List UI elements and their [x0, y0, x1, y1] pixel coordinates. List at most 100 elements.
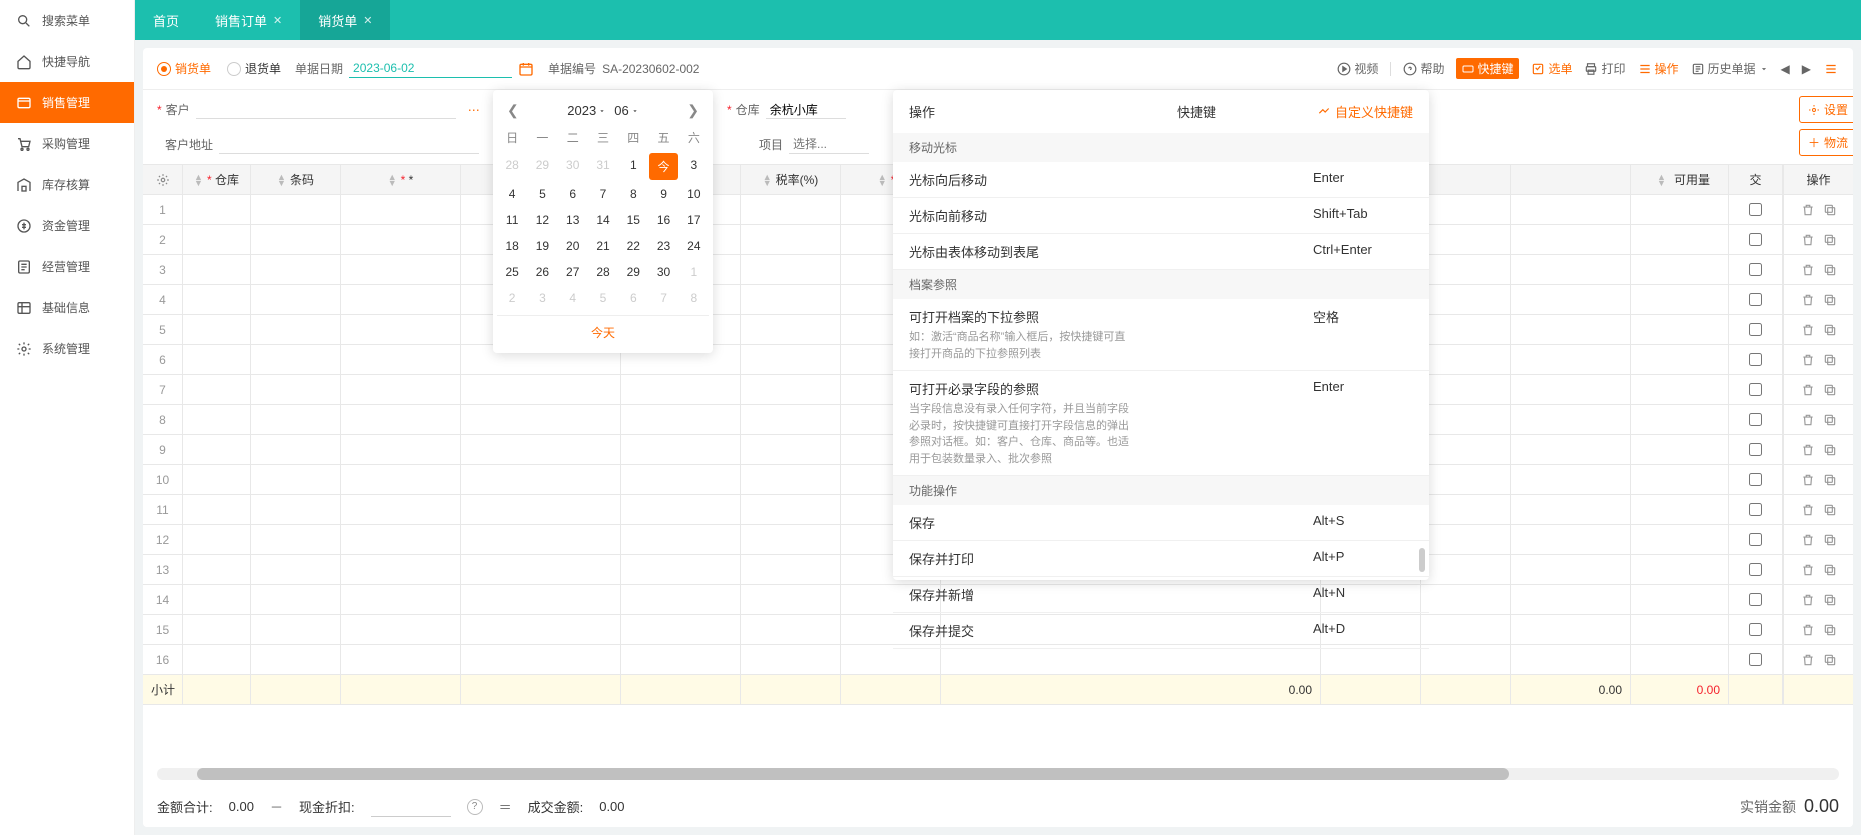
table-cell[interactable]: [341, 225, 461, 255]
table-cell[interactable]: [741, 435, 841, 465]
cal-day[interactable]: 23: [649, 234, 677, 258]
delete-row-icon[interactable]: [1801, 293, 1815, 307]
table-cell[interactable]: [461, 585, 621, 615]
copy-row-icon[interactable]: [1823, 593, 1837, 607]
table-cell[interactable]: [251, 405, 341, 435]
gift-checkbox[interactable]: [1749, 563, 1762, 576]
cal-day[interactable]: 28: [589, 260, 617, 284]
table-cell[interactable]: [741, 315, 841, 345]
operate-button[interactable]: 操作: [1638, 60, 1679, 77]
table-header[interactable]: ▲▼税率(%): [741, 165, 841, 195]
table-header[interactable]: ▲▼* 仓库: [183, 165, 251, 195]
table-cell[interactable]: [1421, 495, 1511, 525]
table-cell[interactable]: [741, 195, 841, 225]
scroll-indicator[interactable]: [1419, 548, 1425, 572]
cal-day[interactable]: 30: [649, 260, 677, 284]
cal-day[interactable]: 16: [649, 208, 677, 232]
table-cell[interactable]: [1511, 405, 1631, 435]
cal-year-select[interactable]: 2023: [567, 103, 606, 118]
table-cell[interactable]: [1421, 375, 1511, 405]
copy-row-icon[interactable]: [1823, 353, 1837, 367]
table-cell[interactable]: [341, 315, 461, 345]
table-cell[interactable]: [621, 525, 741, 555]
table-cell[interactable]: [941, 645, 1321, 675]
table-cell[interactable]: [1421, 435, 1511, 465]
table-cell[interactable]: [1511, 645, 1631, 675]
delete-row-icon[interactable]: [1801, 443, 1815, 457]
table-cell[interactable]: [621, 615, 741, 645]
cal-day[interactable]: 24: [680, 234, 708, 258]
cal-day[interactable]: 18: [498, 234, 526, 258]
table-cell[interactable]: [461, 495, 621, 525]
table-cell[interactable]: [183, 375, 251, 405]
table-header[interactable]: [1421, 165, 1511, 195]
cal-day[interactable]: 8: [680, 286, 708, 310]
table-cell[interactable]: [341, 345, 461, 375]
cal-day[interactable]: 6: [559, 182, 587, 206]
close-icon[interactable]: ✕: [363, 14, 372, 27]
table-cell[interactable]: [461, 615, 621, 645]
project-input[interactable]: [789, 135, 869, 154]
gift-checkbox[interactable]: [1749, 623, 1762, 636]
delete-row-icon[interactable]: [1801, 323, 1815, 337]
table-cell[interactable]: [1421, 645, 1511, 675]
copy-row-icon[interactable]: [1823, 503, 1837, 517]
copy-row-icon[interactable]: [1823, 203, 1837, 217]
table-header-avail[interactable]: ▲▼可用量: [1639, 165, 1729, 195]
table-cell[interactable]: [461, 465, 621, 495]
table-cell[interactable]: [461, 645, 621, 675]
table-cell[interactable]: [621, 585, 741, 615]
table-cell[interactable]: [341, 525, 461, 555]
custom-hotkey-link[interactable]: 自定义快捷键: [1317, 102, 1413, 121]
table-cell[interactable]: [183, 495, 251, 525]
table-cell[interactable]: [251, 585, 341, 615]
gift-checkbox[interactable]: [1749, 593, 1762, 606]
table-cell[interactable]: [1511, 375, 1631, 405]
table-cell[interactable]: [741, 255, 841, 285]
table-cell[interactable]: [1421, 195, 1511, 225]
sidebar-item-sales[interactable]: 销售管理: [0, 82, 134, 123]
cal-day[interactable]: 12: [528, 208, 556, 232]
table-cell[interactable]: [251, 555, 341, 585]
table-cell[interactable]: [741, 495, 841, 525]
delete-row-icon[interactable]: [1801, 383, 1815, 397]
table-cell[interactable]: [251, 465, 341, 495]
gift-checkbox[interactable]: [1749, 353, 1762, 366]
table-cell[interactable]: [341, 195, 461, 225]
copy-row-icon[interactable]: [1823, 533, 1837, 547]
cal-month-select[interactable]: 06: [614, 103, 638, 118]
table-cell[interactable]: [1421, 615, 1511, 645]
cal-day[interactable]: 21: [589, 234, 617, 258]
table-cell[interactable]: [183, 435, 251, 465]
table-gear-icon[interactable]: [143, 165, 183, 195]
table-cell[interactable]: [183, 285, 251, 315]
tab-sales-order[interactable]: 销售订单✕: [197, 0, 300, 40]
delete-row-icon[interactable]: [1801, 593, 1815, 607]
table-cell[interactable]: [183, 585, 251, 615]
table-cell[interactable]: [1421, 555, 1511, 585]
copy-row-icon[interactable]: [1823, 293, 1837, 307]
cal-next-icon[interactable]: ❯: [687, 102, 699, 119]
cal-day[interactable]: 27: [559, 260, 587, 284]
cal-prev-icon[interactable]: ❮: [507, 102, 519, 119]
copy-row-icon[interactable]: [1823, 653, 1837, 667]
table-cell[interactable]: [341, 495, 461, 525]
cal-day[interactable]: 9: [649, 182, 677, 206]
table-cell[interactable]: [741, 525, 841, 555]
sidebar-item-basic[interactable]: 基础信息: [0, 287, 134, 328]
table-cell[interactable]: [621, 495, 741, 525]
customer-input[interactable]: [196, 100, 456, 119]
horizontal-scrollbar[interactable]: [157, 768, 1839, 780]
table-cell[interactable]: [741, 225, 841, 255]
table-cell[interactable]: [1511, 495, 1631, 525]
table-cell[interactable]: [1511, 435, 1631, 465]
table-cell[interactable]: [183, 555, 251, 585]
delete-row-icon[interactable]: [1801, 653, 1815, 667]
table-cell[interactable]: [1511, 315, 1631, 345]
cal-day[interactable]: 5: [528, 182, 556, 206]
table-cell[interactable]: [1421, 315, 1511, 345]
table-cell[interactable]: [341, 555, 461, 585]
menu-button[interactable]: [1823, 62, 1839, 76]
table-cell[interactable]: [251, 225, 341, 255]
cal-day[interactable]: 7: [589, 182, 617, 206]
